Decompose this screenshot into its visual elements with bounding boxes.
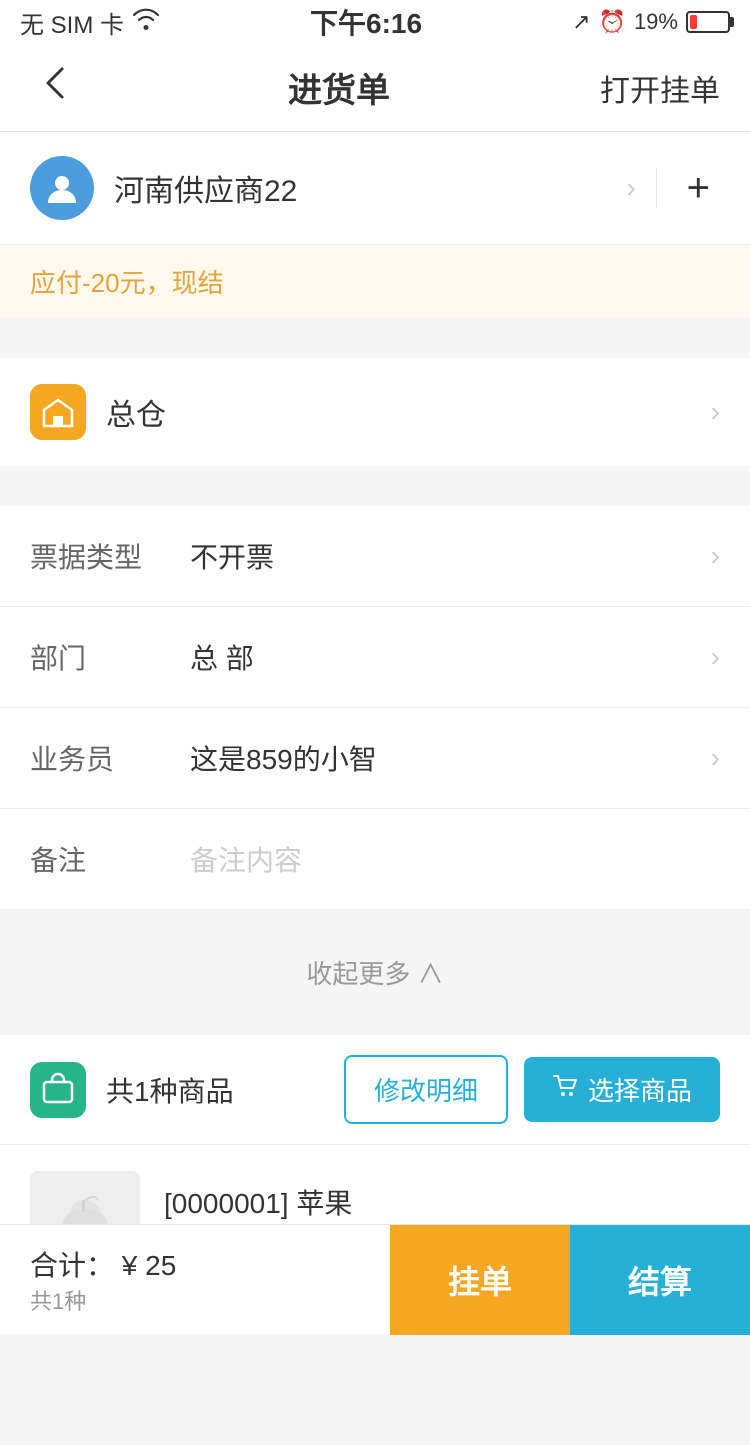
form-row-note[interactable]: 备注 备注内容 — [0, 809, 750, 910]
battery-percent: 19% — [634, 9, 678, 35]
invoice-label: 票据类型 — [30, 536, 150, 576]
dept-label: 部门 — [30, 637, 150, 677]
supplier-chevron: › — [626, 172, 635, 204]
form-row-dept[interactable]: 部门 总 部 › — [0, 607, 750, 708]
add-supplier-button[interactable]: + — [677, 166, 720, 211]
warehouse-section: 总仓 › — [0, 358, 750, 486]
carrier-text: 无 SIM 卡 — [20, 5, 124, 40]
salesperson-label: 业务员 — [30, 738, 150, 778]
product-code: [0000001] — [164, 1188, 296, 1219]
bottom-bar: 合计： ¥ 25 共1种 挂单 结算 — [0, 1224, 750, 1334]
page-title: 进货单 — [288, 63, 390, 112]
total-amount: ¥ 25 — [122, 1250, 177, 1281]
alarm-icon: ⏰ — [599, 9, 626, 35]
product-title: 苹果 — [296, 1188, 352, 1219]
form-row-invoice[interactable]: 票据类型 不开票 › — [0, 506, 750, 607]
open-hang-button[interactable]: 打开挂单 — [600, 66, 720, 110]
invoice-chevron: › — [711, 540, 720, 572]
warehouse-chevron: › — [711, 396, 720, 428]
total-row: 合计： ¥ 25 — [30, 1244, 360, 1284]
product-name: [0000001] 苹果 — [164, 1182, 672, 1222]
collapse-button[interactable]: 收起更多 ∧ — [0, 930, 750, 1015]
note-label: 备注 — [30, 839, 150, 879]
supplier-divider — [656, 168, 657, 208]
checkout-button[interactable]: 结算 — [570, 1225, 750, 1335]
nav-bar: 进货单 打开挂单 — [0, 44, 750, 132]
warehouse-icon — [30, 384, 86, 440]
salesperson-value: 这是859的小智 — [150, 738, 711, 778]
form-row-salesperson[interactable]: 业务员 这是859的小智 › — [0, 708, 750, 809]
invoice-value: 不开票 — [150, 536, 711, 576]
battery-fill — [690, 15, 697, 29]
cart-icon — [552, 1074, 580, 1105]
collapse-label: 收起更多 ∧ — [306, 954, 443, 991]
form-section: 票据类型 不开票 › 部门 总 部 › 业务员 这是859的小智 › 备注 备注… — [0, 506, 750, 910]
hang-order-button[interactable]: 挂单 — [390, 1225, 570, 1335]
supplier-section: 河南供应商22 › + 应付-20元，现结 — [0, 132, 750, 338]
product-count-icon — [30, 1062, 86, 1118]
salesperson-chevron: › — [711, 742, 720, 774]
supplier-name: 河南供应商22 — [114, 166, 626, 210]
note-value: 备注内容 — [150, 839, 720, 879]
edit-detail-button[interactable]: 修改明细 — [344, 1055, 508, 1124]
warehouse-name: 总仓 — [106, 390, 711, 434]
warehouse-row[interactable]: 总仓 › — [0, 358, 750, 486]
notice-bar: 应付-20元，现结 — [0, 245, 750, 338]
back-button[interactable] — [30, 51, 78, 124]
location-icon: ↗ — [572, 9, 590, 35]
status-left: 无 SIM 卡 — [20, 5, 160, 40]
dept-value: 总 部 — [150, 637, 711, 677]
battery-icon — [686, 11, 730, 33]
product-count-text: 共1种商品 — [106, 1070, 344, 1110]
supplier-row[interactable]: 河南供应商22 › + — [0, 132, 750, 245]
dept-chevron: › — [711, 641, 720, 673]
status-bar: 无 SIM 卡 下午6:16 ↗ ⏰ 19% — [0, 0, 750, 44]
select-product-label: 选择商品 — [588, 1071, 692, 1108]
status-right: ↗ ⏰ 19% — [572, 9, 730, 35]
wifi-icon — [132, 8, 160, 37]
total-label: 合计： — [30, 1250, 114, 1281]
status-time: 下午6:16 — [310, 2, 422, 42]
total-count: 共1种 — [30, 1284, 360, 1316]
product-header: 共1种商品 修改明细 选择商品 — [0, 1035, 750, 1145]
total-section: 合计： ¥ 25 共1种 — [0, 1244, 390, 1316]
supplier-avatar — [30, 156, 94, 220]
select-product-button[interactable]: 选择商品 — [524, 1057, 720, 1122]
notice-text: 应付-20元，现结 — [30, 268, 224, 298]
